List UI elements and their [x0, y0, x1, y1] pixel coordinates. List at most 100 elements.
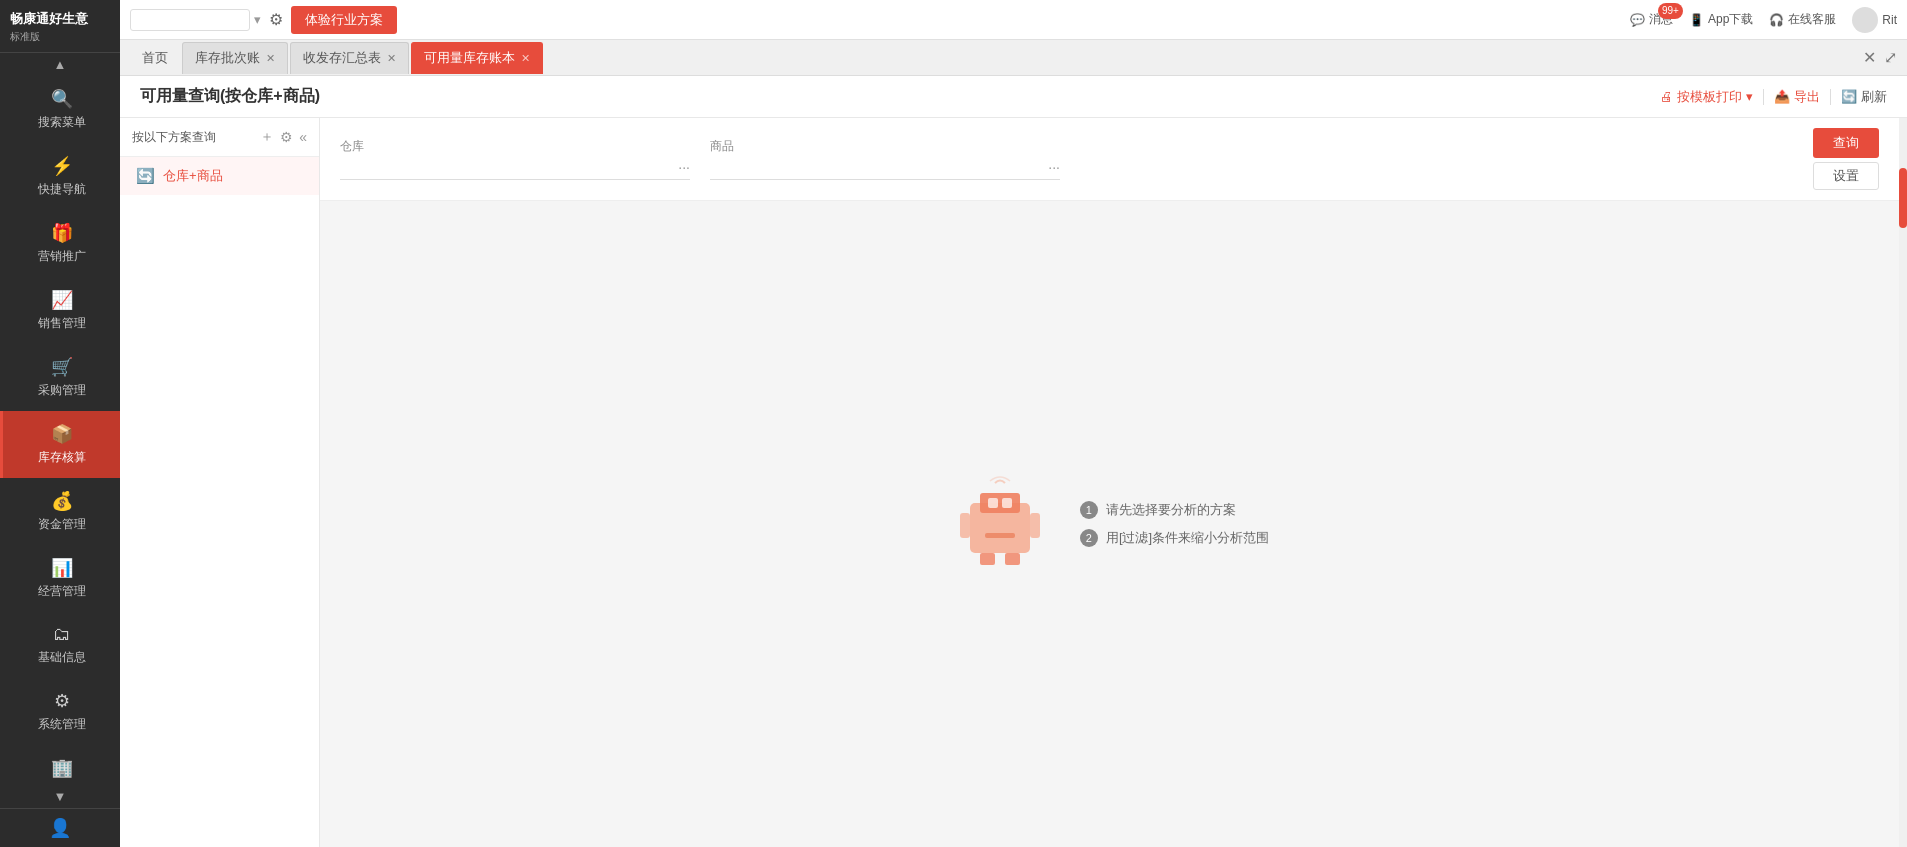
chevron-down-icon[interactable]: ▾	[254, 12, 261, 27]
online-service-label: 在线客服	[1788, 11, 1836, 28]
chevron-down-icon[interactable]: ▾	[1746, 89, 1753, 104]
sidebar-item-inventory[interactable]: 📦 库存核算	[0, 411, 120, 478]
svg-rect-2	[988, 498, 998, 508]
app-download-link[interactable]: 📱 App下载	[1689, 11, 1753, 28]
warehouse-input-wrapper: ···	[340, 159, 690, 180]
sidebar-user-area[interactable]: 👤	[0, 808, 120, 847]
online-service-link[interactable]: 🎧 在线客服	[1769, 11, 1836, 28]
svg-rect-4	[985, 533, 1015, 538]
tab-close-icon[interactable]: ✕	[387, 52, 396, 65]
svg-rect-6	[1030, 513, 1040, 538]
tabbar: 首页 库存批次账 ✕ 收发存汇总表 ✕ 可用量库存账本 ✕ ✕ ⤢	[120, 40, 1907, 76]
warehouse-more-icon[interactable]: ···	[678, 159, 690, 175]
svg-rect-5	[960, 513, 970, 538]
avatar	[1852, 7, 1878, 33]
sidebar-scroll-down[interactable]: ▼	[0, 785, 120, 808]
warehouse-input[interactable]	[340, 160, 672, 175]
tabbar-controls: ✕ ⤢	[1863, 48, 1897, 67]
empty-state-content: 1 请先选择要分析的方案 2 用[过滤]条件来缩小分析范围	[950, 473, 1269, 576]
tab-close-icon[interactable]: ✕	[521, 52, 530, 65]
add-filter-button[interactable]: ＋	[260, 128, 274, 146]
scroll-indicator	[1899, 168, 1907, 228]
right-scrollbar[interactable]	[1899, 118, 1907, 847]
sidebar-item-label: 资金管理	[38, 516, 86, 533]
manage-filter-button[interactable]: ⚙	[280, 128, 293, 146]
empty-tip-1: 1 请先选择要分析的方案	[1080, 501, 1269, 519]
product-input[interactable]	[710, 160, 1042, 175]
sidebar-item-enterprise[interactable]: 🏢 企业协同	[0, 745, 120, 785]
user-avatar-small: 👤	[49, 817, 71, 839]
filter-panel: 按以下方案查询 ＋ ⚙ « 🔄 仓库+商品	[120, 118, 320, 847]
sidebar-item-label: 采购管理	[38, 382, 86, 399]
sidebar-item-purchase[interactable]: 🛒 采购管理	[0, 344, 120, 411]
tab-batch-account[interactable]: 库存批次账 ✕	[182, 42, 288, 74]
user-name: Rit	[1882, 13, 1897, 27]
marketing-icon: 🎁	[51, 222, 73, 244]
headset-icon: 🎧	[1769, 13, 1784, 27]
product-more-icon[interactable]: ···	[1048, 159, 1060, 175]
tab-home[interactable]: 首页	[130, 43, 180, 73]
tab-collection-summary[interactable]: 收发存汇总表 ✕	[290, 42, 409, 74]
filter-item-label: 仓库+商品	[163, 167, 223, 185]
svg-rect-1	[980, 493, 1020, 513]
basic-info-icon: 🗂	[53, 624, 71, 645]
user-profile[interactable]: Rit	[1852, 7, 1897, 33]
page-header: 可用量查询(按仓库+商品) 🖨 按模板打印 ▾ 📤 导出 🔄 刷新	[120, 76, 1907, 118]
template-print-button[interactable]: 🖨 按模板打印 ▾	[1660, 88, 1753, 106]
tip-text-1: 请先选择要分析的方案	[1106, 501, 1236, 519]
close-tab-button[interactable]: ✕	[1863, 48, 1876, 67]
template-print-label: 按模板打印	[1677, 88, 1742, 106]
sidebar-item-label: 库存核算	[38, 449, 86, 466]
tab-close-icon[interactable]: ✕	[266, 52, 275, 65]
enterprise-icon: 🏢	[51, 757, 73, 779]
svg-rect-3	[1002, 498, 1012, 508]
sidebar-item-label: 系统管理	[38, 716, 86, 733]
app-download-label: App下载	[1708, 11, 1753, 28]
expand-button[interactable]: ⤢	[1884, 48, 1897, 67]
filter-panel-header: 按以下方案查询 ＋ ⚙ «	[120, 118, 319, 157]
tab-available-stock[interactable]: 可用量库存账本 ✕	[411, 42, 543, 74]
sidebar-scroll-up[interactable]: ▲	[0, 53, 120, 76]
warehouse-label: 仓库	[340, 138, 690, 155]
topbar-right: 💬 消息 99+ 📱 App下载 🎧 在线客服 Rit	[1630, 7, 1897, 33]
sidebar-nav: 🔍 搜索菜单 ⚡ 快捷导航 🎁 营销推广 📈 销售管理 🛒 采购管理 📦 库存核…	[0, 76, 120, 785]
sidebar-item-quick-nav[interactable]: ⚡ 快捷导航	[0, 143, 120, 210]
product-label: 商品	[710, 138, 1060, 155]
query-area: 仓库 ··· 商品 ··· 查询 设置	[320, 118, 1899, 847]
phone-icon: 📱	[1689, 13, 1704, 27]
warehouse-product-icon: 🔄	[136, 167, 155, 185]
purchase-icon: 🛒	[51, 356, 73, 378]
sidebar-item-basic-info[interactable]: 🗂 基础信息	[0, 612, 120, 678]
filter-item-warehouse-product[interactable]: 🔄 仓库+商品	[120, 157, 319, 195]
page-title: 可用量查询(按仓库+商品)	[140, 86, 320, 107]
sidebar-item-sales[interactable]: 📈 销售管理	[0, 277, 120, 344]
sidebar-item-operations[interactable]: 📊 经营管理	[0, 545, 120, 612]
empty-state: 1 请先选择要分析的方案 2 用[过滤]条件来缩小分析范围	[320, 201, 1899, 847]
notification-icon: 💬	[1630, 13, 1645, 27]
notification-badge: 99+	[1658, 3, 1683, 19]
gear-icon[interactable]: ⚙	[269, 10, 283, 29]
tip-number-2: 2	[1080, 529, 1098, 547]
topbar: ▾ ⚙ 体验行业方案 💬 消息 99+ 📱 App下载 🎧 在线客服 Rit	[120, 0, 1907, 40]
svg-rect-8	[1005, 553, 1020, 565]
sidebar-item-finance[interactable]: 💰 资金管理	[0, 478, 120, 545]
trial-industry-button[interactable]: 体验行业方案	[291, 6, 397, 34]
query-actions: 查询 设置	[1813, 128, 1879, 190]
query-button[interactable]: 查询	[1813, 128, 1879, 158]
sidebar-item-label: 基础信息	[38, 649, 86, 666]
sidebar-item-marketing[interactable]: 🎁 营销推广	[0, 210, 120, 277]
sidebar-item-system[interactable]: ⚙ 系统管理	[0, 678, 120, 745]
content-area: 按以下方案查询 ＋ ⚙ « 🔄 仓库+商品 仓库 ···	[120, 118, 1907, 847]
sidebar-item-search[interactable]: 🔍 搜索菜单	[0, 76, 120, 143]
filter-header-actions: ＋ ⚙ «	[260, 128, 307, 146]
collapse-panel-button[interactable]: «	[299, 128, 307, 146]
search-input[interactable]	[130, 9, 250, 31]
operations-icon: 📊	[51, 557, 73, 579]
divider	[1830, 89, 1831, 105]
settings-button[interactable]: 设置	[1813, 162, 1879, 190]
sidebar-item-label: 搜索菜单	[38, 114, 86, 131]
export-button[interactable]: 📤 导出	[1774, 88, 1820, 106]
tab-label: 可用量库存账本	[424, 49, 515, 67]
notification-area[interactable]: 💬 消息 99+	[1630, 11, 1673, 28]
refresh-button[interactable]: 🔄 刷新	[1841, 88, 1887, 106]
